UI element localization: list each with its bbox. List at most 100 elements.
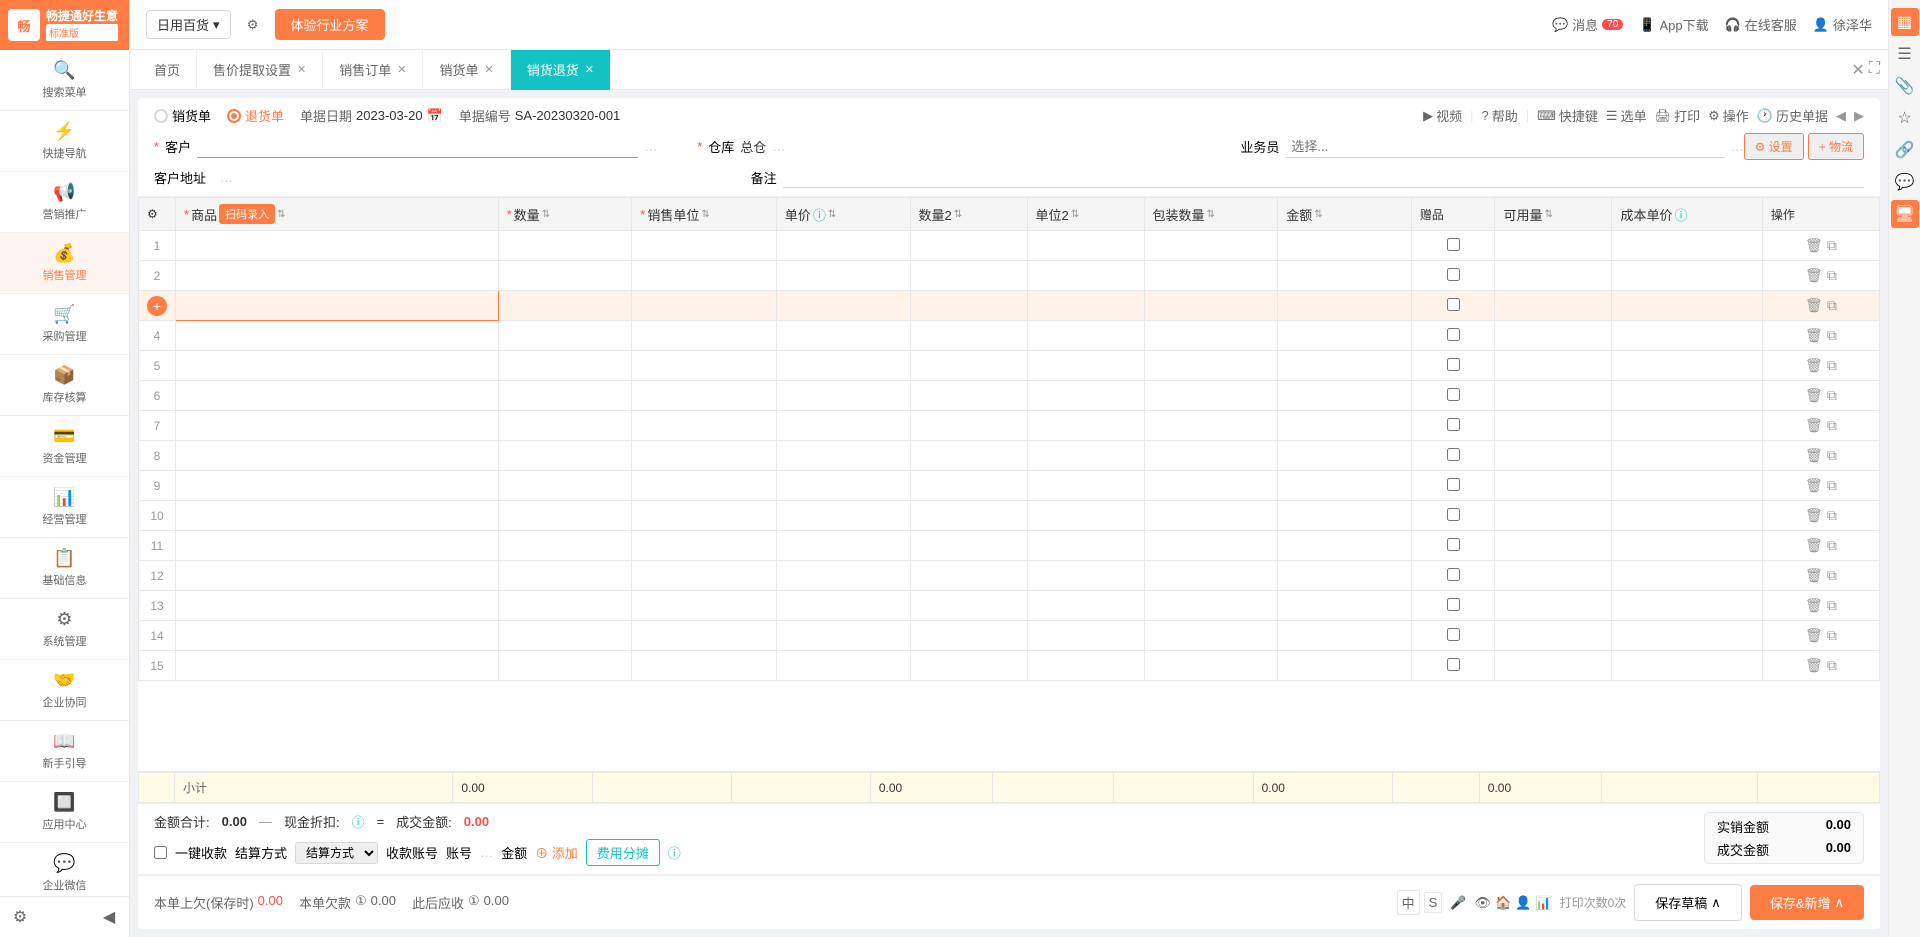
unit2-cell-13[interactable] — [1027, 591, 1144, 621]
gift-checkbox-14[interactable] — [1447, 628, 1460, 641]
quantity2-cell-13[interactable] — [910, 591, 1027, 621]
sales-unit-cell-4[interactable] — [632, 321, 777, 351]
amount-cell-9[interactable] — [1278, 471, 1412, 501]
category-select[interactable]: 日用百货 ▾ — [146, 10, 231, 39]
maximize-button[interactable]: ⛶ — [1869, 60, 1880, 80]
amount-cell-1[interactable] — [1278, 231, 1412, 261]
staff-dots[interactable]: … — [1731, 139, 1744, 154]
quantity2-cell-5[interactable] — [910, 351, 1027, 381]
scan-button[interactable]: 扫码录入 — [219, 204, 275, 224]
quantity2-cell-2[interactable] — [910, 261, 1027, 291]
gift-checkbox-15[interactable] — [1447, 658, 1460, 671]
unit2-cell-5[interactable] — [1027, 351, 1144, 381]
delete-row-10[interactable]: 🗑 — [1805, 507, 1823, 524]
account-dots[interactable]: … — [480, 845, 493, 860]
cost-price-cell-14[interactable] — [1612, 621, 1762, 651]
sort-unit-icon[interactable]: ⇅ — [701, 209, 709, 220]
delete-row-4[interactable]: 🗑 — [1805, 327, 1823, 344]
delete-row-2[interactable]: 🗑 — [1805, 267, 1823, 284]
available-cell-7[interactable] — [1495, 411, 1612, 441]
product-cell-15[interactable] — [176, 651, 499, 681]
sidebar-settings-icon[interactable]: ⚙ — [8, 905, 32, 929]
amount-cell-12[interactable] — [1278, 561, 1412, 591]
delete-row-15[interactable]: 🗑 — [1805, 657, 1823, 674]
grid-view-button[interactable]: ▦ — [1891, 8, 1919, 36]
app-download-button[interactable]: 📱 App下载 — [1639, 15, 1708, 34]
unit-price-cell-10[interactable] — [776, 501, 910, 531]
pack-qty-cell-1[interactable] — [1144, 231, 1278, 261]
customer-dots[interactable]: … — [644, 139, 657, 154]
gift-checkbox-8[interactable] — [1447, 448, 1460, 461]
warehouse-dots[interactable]: … — [772, 139, 785, 154]
amount-cell-3[interactable] — [1278, 291, 1412, 321]
unit2-cell-11[interactable] — [1027, 531, 1144, 561]
available-cell-15[interactable] — [1495, 651, 1612, 681]
product-cell-3[interactable] — [176, 291, 499, 321]
fee-split-button[interactable]: 费用分摊 — [586, 839, 660, 866]
sort-price-icon[interactable]: ⇅ — [828, 209, 836, 220]
sidebar-item-guide[interactable]: 📖新手引导 — [0, 721, 129, 782]
price-info-icon[interactable]: ⓘ — [813, 205, 826, 224]
unit-price-cell-5[interactable] — [776, 351, 910, 381]
unit2-cell-12[interactable] — [1027, 561, 1144, 591]
bottom-tool-icon-1[interactable]: 中 — [1397, 890, 1420, 915]
copy-row-4[interactable]: ⧉ — [1827, 327, 1837, 344]
sidebar-item-sales[interactable]: 💰销售管理 — [0, 233, 129, 294]
quantity-cell-14[interactable] — [498, 621, 632, 651]
sort-product-icon[interactable]: ⇅ — [277, 209, 285, 220]
cost-price-cell-3[interactable] — [1612, 291, 1762, 321]
sort-avail-icon[interactable]: ⇅ — [1544, 209, 1552, 220]
tab-price-setting[interactable]: 售价提取设置✕ — [197, 50, 323, 90]
close-tab-sales-order[interactable]: ✕ — [397, 63, 406, 76]
amount-cell-5[interactable] — [1278, 351, 1412, 381]
gift-checkbox-3[interactable] — [1447, 298, 1460, 311]
unit2-cell-4[interactable] — [1027, 321, 1144, 351]
quantity-cell-8[interactable] — [498, 441, 632, 471]
quantity2-cell-6[interactable] — [910, 381, 1027, 411]
cost-price-cell-11[interactable] — [1612, 531, 1762, 561]
sidebar-collapse-icon[interactable]: ◀ — [97, 905, 121, 929]
select-order-action[interactable]: ☰ 选单 — [1606, 106, 1647, 125]
bottom-tool-icon-3[interactable]: 🎤 — [1446, 893, 1470, 913]
delete-row-3[interactable]: 🗑 — [1805, 297, 1823, 314]
pack-qty-cell-6[interactable] — [1144, 381, 1278, 411]
product-cell-1[interactable] — [176, 231, 499, 261]
pack-qty-cell-3[interactable] — [1144, 291, 1278, 321]
cost-price-cell-9[interactable] — [1612, 471, 1762, 501]
tab-sales-delivery[interactable]: 销货单✕ — [423, 50, 510, 90]
th-settings[interactable]: ⚙ — [139, 198, 176, 231]
quantity2-cell-12[interactable] — [910, 561, 1027, 591]
return-radio[interactable]: 退货单 — [227, 106, 284, 125]
copy-row-3[interactable]: ⧉ — [1827, 297, 1837, 314]
bottom-tool-icon-2[interactable]: S — [1424, 892, 1443, 913]
cost-price-cell-8[interactable] — [1612, 441, 1762, 471]
product-cell-12[interactable] — [176, 561, 499, 591]
amount-cell-15[interactable] — [1278, 651, 1412, 681]
tab-sales-order[interactable]: 销售订单✕ — [323, 50, 423, 90]
pack-qty-cell-7[interactable] — [1144, 411, 1278, 441]
amount-cell-2[interactable] — [1278, 261, 1412, 291]
gift-checkbox-10[interactable] — [1447, 508, 1460, 521]
sort-unit2-icon[interactable]: ⇅ — [1071, 209, 1079, 220]
product-cell-5[interactable] — [176, 351, 499, 381]
pack-qty-cell-2[interactable] — [1144, 261, 1278, 291]
cost-price-cell-15[interactable] — [1612, 651, 1762, 681]
sales-unit-cell-5[interactable] — [632, 351, 777, 381]
cost-price-cell-6[interactable] — [1612, 381, 1762, 411]
copy-row-1[interactable]: ⧉ — [1827, 237, 1837, 254]
pack-qty-cell-13[interactable] — [1144, 591, 1278, 621]
sales-unit-cell-11[interactable] — [632, 531, 777, 561]
close-tab-sales-return[interactable]: ✕ — [585, 63, 594, 76]
unit2-cell-10[interactable] — [1027, 501, 1144, 531]
amount-cell-8[interactable] — [1278, 441, 1412, 471]
video-action[interactable]: ▶ 视频 — [1423, 106, 1462, 125]
quantity-cell-9[interactable] — [498, 471, 632, 501]
unit-price-cell-3[interactable] — [776, 291, 910, 321]
unit2-cell-7[interactable] — [1027, 411, 1144, 441]
sidebar-item-inventory[interactable]: 📦库存核算 — [0, 355, 129, 416]
screen-button[interactable]: 🖥 — [1891, 200, 1919, 228]
quantity2-cell-11[interactable] — [910, 531, 1027, 561]
available-cell-10[interactable] — [1495, 501, 1612, 531]
sidebar-item-wechat[interactable]: 💬企业微信 — [0, 843, 129, 896]
pack-qty-cell-8[interactable] — [1144, 441, 1278, 471]
